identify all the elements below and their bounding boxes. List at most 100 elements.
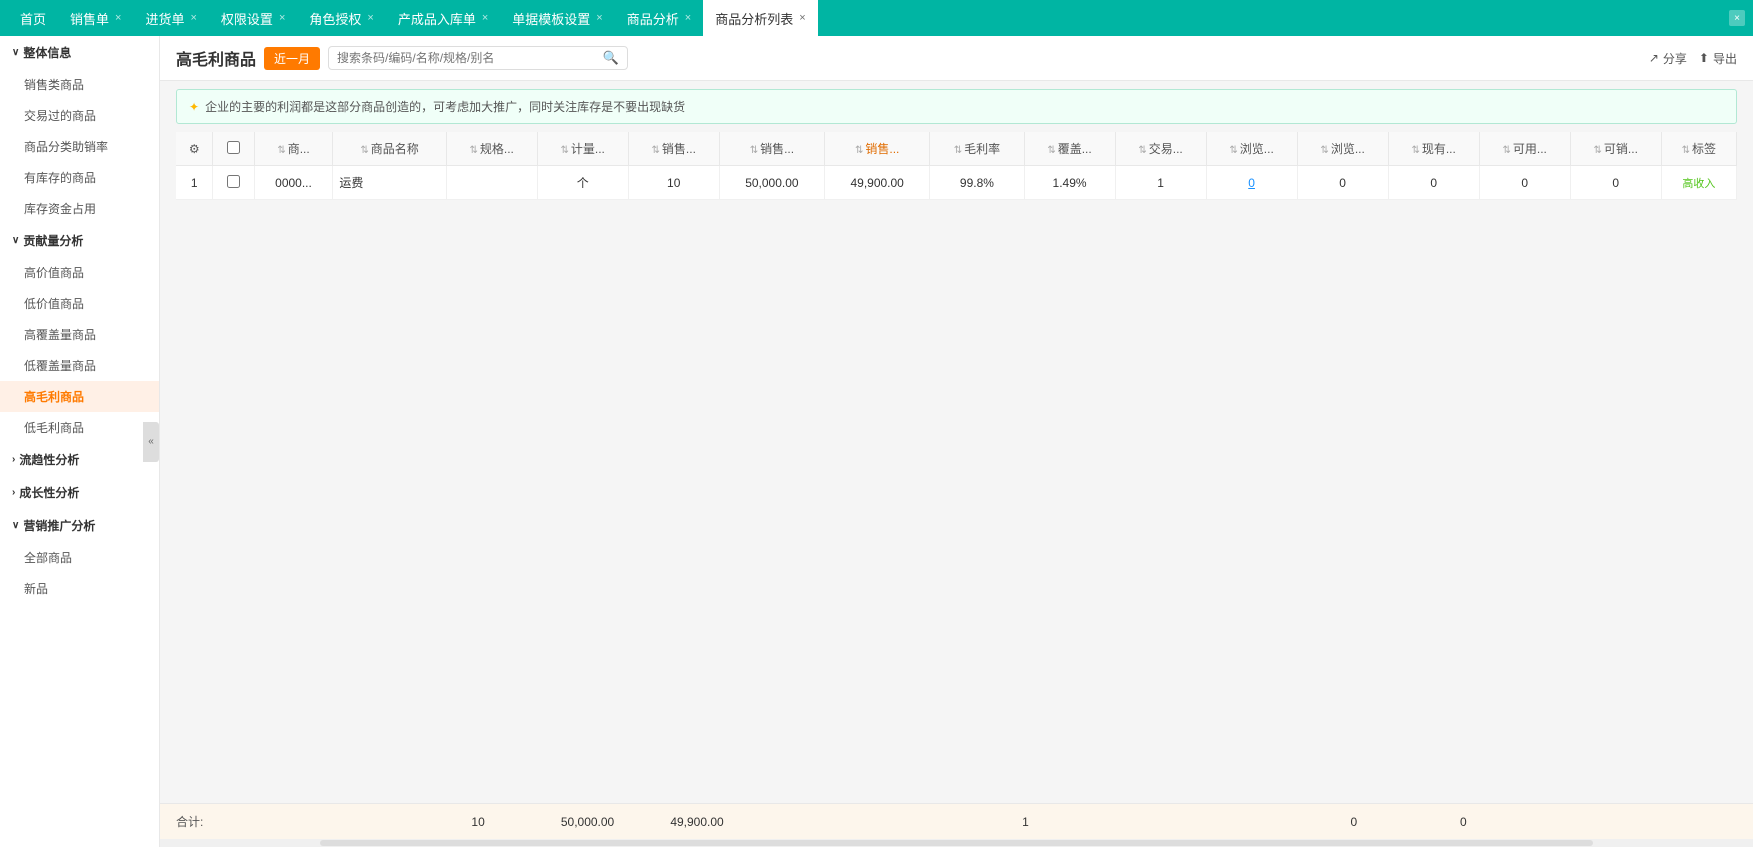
cell-tag: 高收入 bbox=[1661, 166, 1736, 200]
footer-sales-amount: 50,000.00 bbox=[533, 815, 642, 829]
scroll-track[interactable] bbox=[320, 840, 1593, 846]
search-box[interactable]: 🔍 bbox=[328, 46, 628, 70]
footer-spacer2 bbox=[861, 815, 970, 829]
close-template[interactable]: × bbox=[596, 12, 602, 24]
sidebar-item-new-goods[interactable]: 新品 bbox=[0, 573, 159, 604]
footer-available: 0 bbox=[1409, 815, 1518, 829]
nav-home[interactable]: 首页 bbox=[8, 0, 58, 36]
cell-saleable: 0 bbox=[1570, 166, 1661, 200]
bottom-scrollbar[interactable] bbox=[160, 839, 1753, 847]
cell-checkbox[interactable] bbox=[213, 166, 254, 200]
window-close-btn[interactable]: × bbox=[1729, 10, 1745, 26]
close-sales-order[interactable]: × bbox=[115, 12, 121, 24]
footer-cells: 10 50,000.00 49,900.00 1 0 0 bbox=[243, 815, 1737, 829]
header-actions: ↗ 分享 ⬆ 导出 bbox=[1649, 50, 1737, 67]
share-button[interactable]: ↗ 分享 bbox=[1649, 50, 1687, 67]
sidebar-section-marketing[interactable]: ∨ 营销推广分析 bbox=[0, 509, 159, 542]
close-analysis-list[interactable]: × bbox=[799, 12, 805, 24]
info-banner: ✦ 企业的主要的利润都是这部分商品创造的，可考虑加大推广，同时关注库存是不要出现… bbox=[176, 89, 1737, 124]
col-settings[interactable]: ⚙ bbox=[176, 132, 213, 166]
select-all-checkbox[interactable] bbox=[227, 141, 240, 154]
footer-spacer1 bbox=[752, 815, 861, 829]
col-current-stock[interactable]: ⇅现有... bbox=[1388, 132, 1479, 166]
footer-spacer5 bbox=[1518, 815, 1627, 829]
col-view1[interactable]: ⇅浏览... bbox=[1206, 132, 1297, 166]
sidebar-item-stock-capital[interactable]: 库存资金占用 bbox=[0, 193, 159, 224]
search-input[interactable] bbox=[337, 51, 603, 65]
sidebar-item-low-value[interactable]: 低价值商品 bbox=[0, 288, 159, 319]
cell-code: 0000... bbox=[254, 166, 333, 200]
table-header-row: ⚙ ⇅商... ⇅商品名称 ⇅规格... ⇅计量... ⇅销售... ⇅销售..… bbox=[176, 132, 1737, 166]
col-available[interactable]: ⇅可用... bbox=[1479, 132, 1570, 166]
cell-sales-qty: 10 bbox=[628, 166, 719, 200]
sidebar-item-low-margin[interactable]: 低毛利商品 bbox=[0, 412, 159, 443]
sidebar-item-category-rate[interactable]: 商品分类助销率 bbox=[0, 131, 159, 162]
nav-template-setting[interactable]: 单据模板设置 × bbox=[500, 0, 614, 36]
row-checkbox[interactable] bbox=[227, 175, 240, 188]
sidebar-item-sales-goods[interactable]: 销售类商品 bbox=[0, 69, 159, 100]
sidebar-section-trend[interactable]: › 流趋性分析 bbox=[0, 443, 159, 476]
nav-product-analysis[interactable]: 商品分析 × bbox=[615, 0, 703, 36]
nav-permission-setting[interactable]: 权限设置 × bbox=[209, 0, 297, 36]
close-product-analysis[interactable]: × bbox=[685, 12, 691, 24]
col-sales-amount[interactable]: ⇅销售... bbox=[719, 132, 824, 166]
cell-unit: 个 bbox=[537, 166, 628, 200]
time-filter-button[interactable]: 近一月 bbox=[264, 47, 320, 70]
cell-view2: 0 bbox=[1297, 166, 1388, 200]
col-sales-profit[interactable]: ⇅销售... bbox=[825, 132, 930, 166]
col-coverage[interactable]: ⇅覆盖... bbox=[1024, 132, 1115, 166]
sidebar-item-traded-goods[interactable]: 交易过的商品 bbox=[0, 100, 159, 131]
sidebar-section-overall[interactable]: ∨ 整体信息 bbox=[0, 36, 159, 69]
col-tag[interactable]: ⇅标签 bbox=[1661, 132, 1736, 166]
top-navigation: 首页 销售单 × 进货单 × 权限设置 × 角色授权 × 产成品入库单 × 单据… bbox=[0, 0, 1753, 36]
arrow-marketing: ∨ bbox=[12, 520, 19, 531]
close-product-inbound[interactable]: × bbox=[482, 12, 488, 24]
col-gross-margin[interactable]: ⇅毛利率 bbox=[930, 132, 1024, 166]
col-transaction[interactable]: ⇅交易... bbox=[1115, 132, 1206, 166]
nav-product-analysis-list[interactable]: 商品分析列表 × bbox=[703, 0, 817, 36]
cell-transaction: 1 bbox=[1115, 166, 1206, 200]
sidebar-item-high-margin[interactable]: 高毛利商品 bbox=[0, 381, 159, 412]
sidebar: « ∨ 整体信息 销售类商品 交易过的商品 商品分类助销率 有库存的商品 库存资… bbox=[0, 36, 160, 847]
arrow-trend: › bbox=[12, 454, 15, 465]
col-view2[interactable]: ⇅浏览... bbox=[1297, 132, 1388, 166]
close-permission[interactable]: × bbox=[279, 12, 285, 24]
col-spec[interactable]: ⇅规格... bbox=[446, 132, 537, 166]
arrow-growth: › bbox=[12, 487, 15, 498]
close-purchase-order[interactable]: × bbox=[190, 12, 196, 24]
arrow-overall: ∨ bbox=[12, 47, 19, 58]
sidebar-section-growth[interactable]: › 成长性分析 bbox=[0, 476, 159, 509]
cell-view1[interactable]: 0 bbox=[1206, 166, 1297, 200]
export-icon: ⬆ bbox=[1699, 51, 1709, 65]
footer-spacer4 bbox=[1190, 815, 1299, 829]
sidebar-item-all-goods[interactable]: 全部商品 bbox=[0, 542, 159, 573]
col-unit[interactable]: ⇅计量... bbox=[537, 132, 628, 166]
close-role-auth[interactable]: × bbox=[367, 12, 373, 24]
sidebar-section-contribution[interactable]: ∨ 贡献量分析 bbox=[0, 224, 159, 257]
footer-spacer6 bbox=[1628, 815, 1737, 829]
col-code[interactable]: ⇅商... bbox=[254, 132, 333, 166]
footer-sales-profit: 49,900.00 bbox=[642, 815, 751, 829]
col-name[interactable]: ⇅商品名称 bbox=[333, 132, 446, 166]
sidebar-item-high-coverage[interactable]: 高覆盖量商品 bbox=[0, 319, 159, 350]
cell-name: 运费 bbox=[333, 166, 446, 200]
cell-coverage: 1.49% bbox=[1024, 166, 1115, 200]
col-sales-qty[interactable]: ⇅销售... bbox=[628, 132, 719, 166]
sidebar-item-low-coverage[interactable]: 低覆盖量商品 bbox=[0, 350, 159, 381]
nav-sales-order[interactable]: 销售单 × bbox=[58, 0, 133, 36]
nav-role-auth[interactable]: 角色授权 × bbox=[297, 0, 385, 36]
footer-current-stock: 0 bbox=[1299, 815, 1408, 829]
arrow-contribution: ∨ bbox=[12, 235, 19, 246]
cell-index: 1 bbox=[176, 166, 213, 200]
nav-purchase-order[interactable]: 进货单 × bbox=[133, 0, 208, 36]
col-saleable[interactable]: ⇅可销... bbox=[1570, 132, 1661, 166]
nav-product-inbound[interactable]: 产成品入库单 × bbox=[386, 0, 500, 36]
sidebar-collapse-btn[interactable]: « bbox=[143, 422, 159, 462]
data-table: ⚙ ⇅商... ⇅商品名称 ⇅规格... ⇅计量... ⇅销售... ⇅销售..… bbox=[176, 132, 1737, 200]
export-button[interactable]: ⬆ 导出 bbox=[1699, 50, 1737, 67]
sidebar-item-in-stock[interactable]: 有库存的商品 bbox=[0, 162, 159, 193]
sidebar-item-high-value[interactable]: 高价值商品 bbox=[0, 257, 159, 288]
main-layout: « ∨ 整体信息 销售类商品 交易过的商品 商品分类助销率 有库存的商品 库存资… bbox=[0, 36, 1753, 847]
cell-sales-profit: 49,900.00 bbox=[825, 166, 930, 200]
col-checkbox[interactable] bbox=[213, 132, 254, 166]
